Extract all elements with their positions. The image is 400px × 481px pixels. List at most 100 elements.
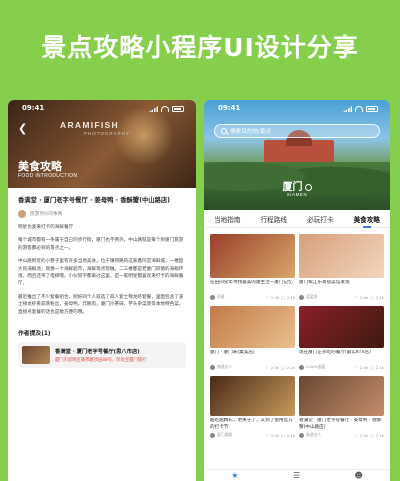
article: 香满堂 · 厦门老字号餐厅 · 姜母鸭 · 香酥蟹(中山路店) 旅游顶尖同事网 …: [8, 188, 196, 369]
card-grid: 在田间兒年寻找最美的厦生活一厦门记忆 奇星 ♡ 2.4k □ 2.1k 厦门鹭江乐寄宿菜馆发…: [210, 234, 384, 438]
search-icon: [221, 128, 227, 134]
avatar: [299, 432, 304, 438]
card-title: 厦门 · 厦门味(集美店): [210, 350, 255, 355]
card-comments: 2.1k: [286, 294, 295, 300]
mention-thumbnail: [22, 346, 50, 365]
avatar: [210, 294, 215, 300]
card-user: 奇星: [217, 294, 225, 299]
article-paragraph: 中山路附近的小巷子里有许多当地美食，位于镇邦路的这家鑫玛堂海鲜城，一楼超大的海鲜…: [18, 259, 184, 287]
signal-icon: [149, 106, 158, 112]
mention-card[interactable]: 香满堂 · 厦门老字号餐厅(思八市店) 厦门市思明区镇邦路顶层88号，阶处至厦门…: [18, 342, 186, 369]
battery-icon: [366, 106, 378, 112]
right-phone: 09:41 搜索目的地/景点 厦门 XIAMEN 当地指南 行程路线 必玩打卡 …: [204, 100, 390, 481]
card-title: 现在厦门正宗吃的餐厅(最实KTV店): [299, 350, 371, 355]
card-image: [210, 234, 295, 278]
user-icon[interactable]: ☻: [354, 471, 362, 480]
status-icons: [149, 104, 184, 114]
card-user: 厦门游客: [217, 432, 233, 437]
author-row[interactable]: 旅游顶尖同事网: [18, 210, 186, 218]
article-title: 香满堂 · 厦门老字号餐厅 · 姜母鸭 · 香酥蟹(中山路店): [18, 197, 171, 204]
card-title: 在田间兒年寻找最美的厦生活一厦门记忆: [210, 280, 293, 285]
list-icon[interactable]: ☰: [293, 471, 300, 480]
comment-icon[interactable]: □: [281, 365, 285, 370]
mention-name: 香满堂 · 厦门老字号餐厅(思八市店): [55, 349, 140, 356]
card-likes: 2.4k: [270, 432, 280, 438]
status-bar: 09:41: [8, 100, 196, 114]
chevron-down-icon: [304, 183, 312, 191]
status-time: 09:41: [218, 104, 241, 112]
card-image: [299, 306, 384, 348]
avatar: [210, 432, 215, 438]
tab-routes[interactable]: 行程路线: [261, 214, 287, 224]
card-user: 旅游达人: [217, 364, 233, 369]
avatar: [18, 210, 26, 218]
status-time: 09:41: [22, 104, 45, 112]
article-paragraph: 最近推出了不少套餐组合，刚好四个人就选了四人套士锦龙虾套餐，里面包含了波士顿龙虾…: [18, 294, 184, 315]
article-paragraph: 每个城市都有一条属于自己的步行街，厦门也不例外。中山路就是每个到厦门旅游的游客都…: [18, 238, 184, 251]
heart-icon[interactable]: ♡: [266, 365, 269, 370]
card-comments: 2.1k: [286, 364, 295, 370]
card-likes: 2.4k: [270, 294, 280, 300]
city-en: XIAMEN: [286, 192, 308, 197]
wifi-icon: [161, 106, 169, 112]
list-item[interactable]: 香满堂 · 厦门老字号餐厅 · 姜母鸭 · 香酥蟹(中山路店) 旅游达人 ♡ 2.4k…: [299, 376, 384, 438]
comment-icon[interactable]: □: [370, 365, 374, 370]
tab-guide[interactable]: 当地指南: [214, 214, 240, 224]
card-comments: 2.1k: [375, 364, 384, 370]
heart-icon[interactable]: ♡: [355, 433, 358, 438]
card-comments: 2.1k: [375, 294, 384, 300]
card-meta: 旅游达人 ♡ 2.4k □ 2.1k: [210, 364, 295, 370]
tab-food[interactable]: 美食攻略: [354, 214, 380, 228]
hero-light: [114, 106, 174, 166]
heart-icon[interactable]: ♡: [266, 433, 269, 438]
article-paragraph: 明星也爱来打卡的海鲜餐厅: [18, 225, 74, 230]
card-likes: 2.4k: [359, 432, 369, 438]
card-likes: 2.4k: [359, 294, 369, 300]
comment-icon[interactable]: □: [370, 433, 374, 438]
card-likes: 2.4k: [359, 364, 369, 370]
mention-heading: 作者提及(1): [18, 331, 51, 338]
brand-name: ARAMIFISH: [60, 120, 119, 130]
card-meta: 厦门游客 ♡ 2.4k □ 2.1k: [210, 432, 295, 438]
list-item[interactable]: 越吃越精彩，更关于了，又到了使用远方的打卡节 厦门游客 ♡ 2.4k □ 2.1k: [210, 376, 295, 438]
star-icon[interactable]: ★: [231, 471, 238, 480]
brand-sub: PHOTOGRAPHY: [84, 131, 130, 136]
search-input[interactable]: 搜索目的地/景点: [214, 124, 380, 138]
status-bar: 09:41: [204, 100, 390, 114]
card-title: 越吃越精彩，更关于了，又到了使用远方的打卡节: [210, 418, 293, 430]
heart-icon[interactable]: ♡: [266, 295, 269, 300]
heart-icon[interactable]: ♡: [355, 365, 358, 370]
list-item[interactable]: 厦门 · 厦门味(集美店) 旅游达人 ♡ 2.4k □ 2.1k: [210, 306, 295, 370]
left-phone: 09:41 ❮ ARAMIFISH PHOTOGRAPHY 美食攻略 FOOD …: [8, 100, 196, 481]
list-item[interactable]: 现在厦门正宗吃的餐厅(最实KTV店) Chiefs面姐 ♡ 2.4k □ 2.1k: [299, 306, 384, 370]
battery-icon: [172, 106, 184, 112]
card-image: [299, 376, 384, 416]
card-comments: 2.1k: [375, 432, 384, 438]
card-user: 蓝蓝鸽: [306, 294, 318, 299]
signal-icon: [343, 106, 352, 112]
wifi-icon: [355, 106, 363, 112]
city-name[interactable]: 厦门: [204, 178, 390, 193]
tab-checkin[interactable]: 必玩打卡: [307, 214, 333, 224]
back-icon[interactable]: ❮: [18, 122, 27, 135]
card-image: [210, 306, 295, 348]
status-icons: [343, 104, 378, 114]
comment-icon[interactable]: □: [281, 433, 285, 438]
list-item[interactable]: 厦门鹭江乐寄宿菜馆发现蓝蓝鸽 ♡ 2.4k □ 2.1k: [299, 234, 384, 300]
page-subtitle: FOOD INTRODUCTION: [18, 173, 78, 179]
banner-title: 景点攻略小程序UI设计分享: [41, 33, 359, 62]
bottom-nav: ★ ☰ ☻: [204, 469, 390, 481]
card-meta: 奇星 ♡ 2.4k □ 2.1k: [210, 294, 295, 300]
card-user: Chiefs面姐: [306, 364, 326, 369]
card-meta: 蓝蓝鸽 ♡ 2.4k □ 2.1k: [299, 294, 384, 300]
avatar: [210, 364, 215, 370]
card-user: 旅游达人: [306, 432, 322, 437]
card-title: 厦门鹭江乐寄宿菜馆发现: [299, 280, 350, 285]
list-item[interactable]: 在田间兒年寻找最美的厦生活一厦门记忆奇星 ♡ 2.4k □ 2.1k: [210, 234, 295, 300]
search-placeholder: 搜索目的地/景点: [230, 129, 272, 135]
card-image: [299, 234, 384, 278]
mention-address: 厦门市思明区镇邦路顶层88号，阶处至厦门旅行: [55, 358, 147, 364]
comment-icon[interactable]: □: [281, 295, 285, 300]
comment-icon[interactable]: □: [370, 295, 374, 300]
heart-icon[interactable]: ♡: [355, 295, 358, 300]
